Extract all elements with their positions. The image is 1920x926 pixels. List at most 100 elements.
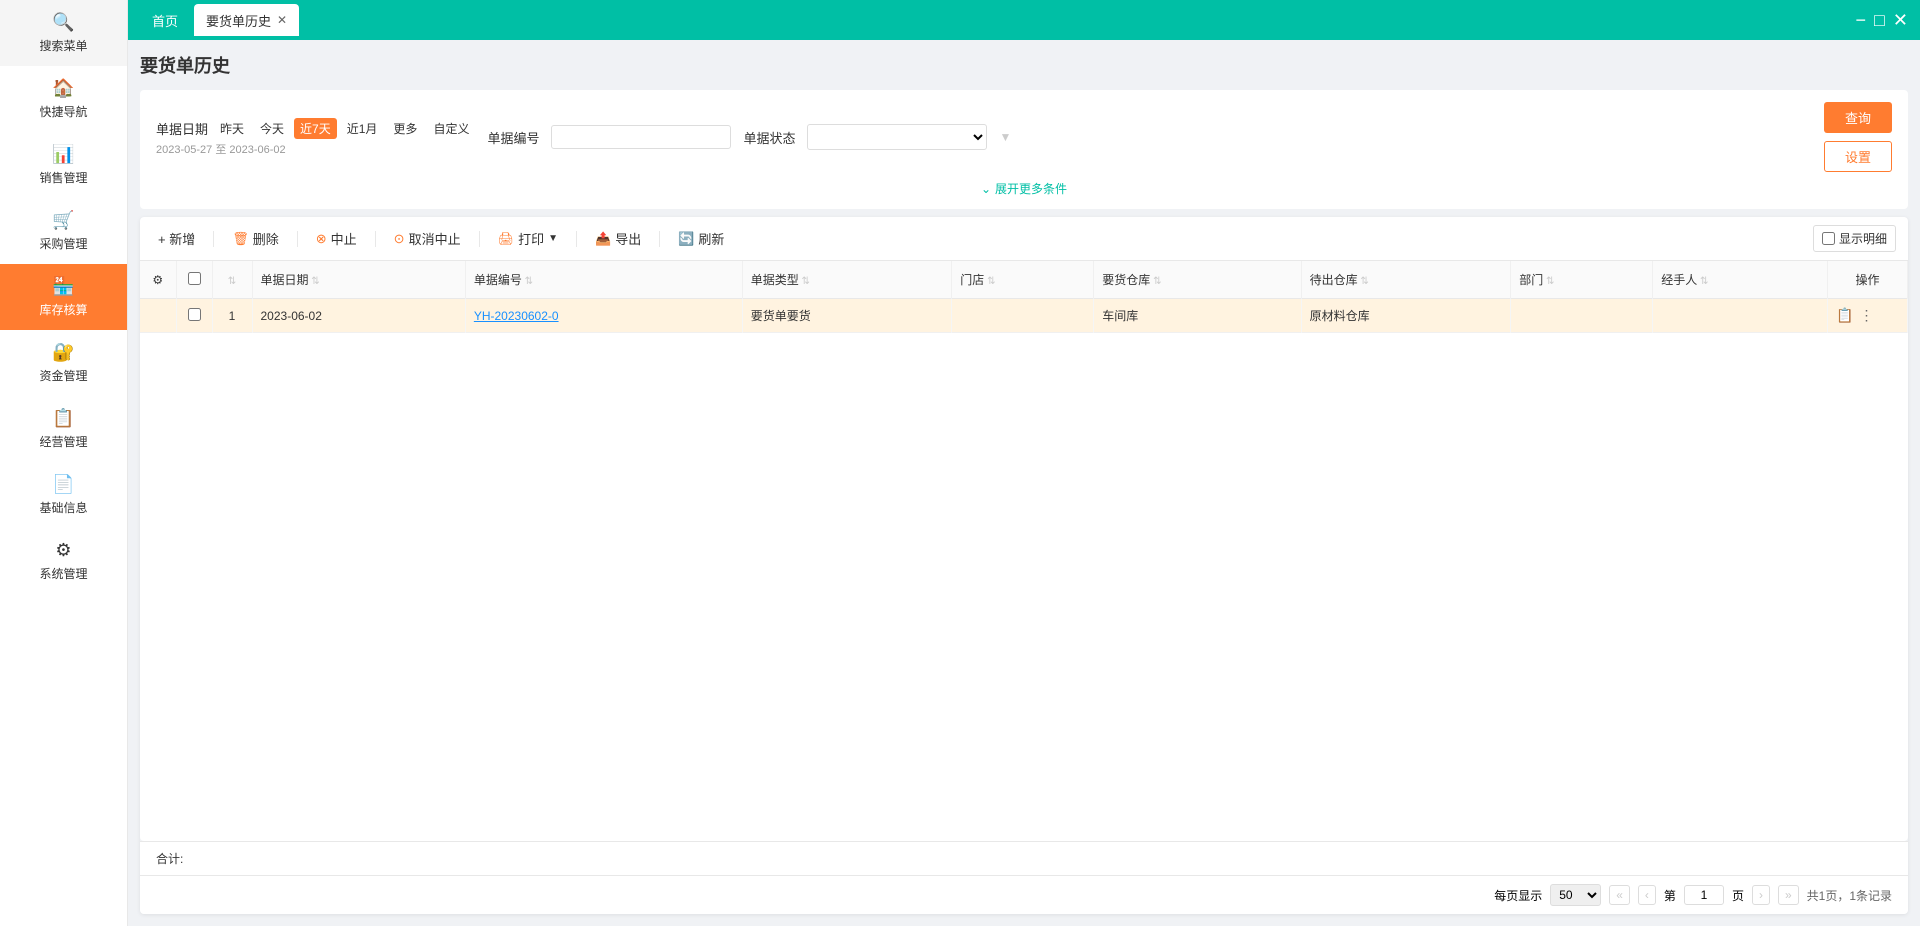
sidebar-item-purchase[interactable]: 🛒 采购管理 xyxy=(0,198,127,264)
finance-icon: 🔐 xyxy=(52,342,74,363)
date-filter-label: 单据日期 xyxy=(156,119,208,138)
col-doc-type[interactable]: 单据类型 xyxy=(742,261,952,299)
col-operations: 操作 xyxy=(1828,261,1908,299)
doc-no-input[interactable] xyxy=(551,125,731,149)
query-buttons: 查询 设置 xyxy=(1824,102,1892,172)
sales-icon: 📊 xyxy=(52,144,74,165)
expand-icon: ⌄ xyxy=(981,182,991,196)
operation-icon: 📋 xyxy=(52,408,74,429)
next-page-button[interactable]: › xyxy=(1752,885,1770,905)
sidebar-item-inventory[interactable]: 🏪 库存核算 xyxy=(0,264,127,330)
col-req-warehouse[interactable]: 要货仓库 xyxy=(1094,261,1301,299)
first-page-button[interactable]: « xyxy=(1609,885,1630,905)
row-settings xyxy=(140,299,176,333)
sidebar-item-system[interactable]: ⚙ 系统管理 xyxy=(0,528,127,594)
prev-page-button[interactable]: ‹ xyxy=(1638,885,1656,905)
export-button[interactable]: 📤 导出 xyxy=(589,225,647,252)
delete-button[interactable]: 🗑 删除 xyxy=(226,225,285,252)
date-btn-7days[interactable]: 近7天 xyxy=(294,118,337,139)
tab-requisition-history[interactable]: 要货单历史 ✕ xyxy=(194,4,299,36)
op-buttons: 📋 ⋮ xyxy=(1836,307,1899,324)
pagination: 每页显示 50 100 « ‹ 第 页 › » 共1页，1条记录 xyxy=(140,875,1908,914)
divider-6 xyxy=(659,231,660,247)
doc-no-link[interactable]: YH-20230602-0 xyxy=(474,309,559,323)
last-page-button[interactable]: » xyxy=(1778,885,1799,905)
divider-3 xyxy=(375,231,376,247)
date-btn-more[interactable]: 更多 xyxy=(387,118,423,139)
date-range-text: 2023-05-27 至 2023-06-02 xyxy=(156,141,475,157)
sidebar-item-quick-nav[interactable]: 🏠 快捷导航 xyxy=(0,66,127,132)
tab-home[interactable]: 首页 xyxy=(140,4,190,36)
expand-more-button[interactable]: ⌄ 展开更多条件 xyxy=(981,180,1067,197)
minimize-button[interactable]: − xyxy=(1856,10,1867,31)
row-req-warehouse: 车间库 xyxy=(1094,299,1301,333)
table-container: ⚙ 单据日期 单据编号 单据类型 门店 要货仓库 待出仓库 部门 xyxy=(140,261,1908,841)
select-all-checkbox[interactable] xyxy=(188,272,201,285)
expand-more-row: ⌄ 展开更多条件 xyxy=(156,180,1892,197)
sidebar-item-search[interactable]: 🔍 搜索菜单 xyxy=(0,0,127,66)
row-department xyxy=(1511,299,1653,333)
system-icon: ⚙ xyxy=(55,540,71,561)
row-doc-type: 要货单要货 xyxy=(742,299,952,333)
col-date[interactable]: 单据日期 xyxy=(252,261,465,299)
refresh-button[interactable]: 🔄 刷新 xyxy=(672,225,730,252)
close-tab-icon[interactable]: ✕ xyxy=(277,13,287,27)
filter-row: 单据日期 昨天 今天 近7天 近1月 更多 自定义 2023-05-27 至 2… xyxy=(156,102,1892,172)
stop-icon: ⊗ xyxy=(316,231,327,247)
purchase-icon: 🛒 xyxy=(52,210,74,231)
topbar: 首页 要货单历史 ✕ − □ ✕ xyxy=(128,0,1920,40)
new-button[interactable]: + 新增 xyxy=(152,225,201,252)
settings-button[interactable]: 设置 xyxy=(1824,141,1892,172)
total-info: 共1页，1条记录 xyxy=(1807,887,1892,904)
toolbar-right: 显示明细 xyxy=(1813,225,1896,252)
close-window-button[interactable]: ✕ xyxy=(1893,10,1908,31)
sidebar-item-sales[interactable]: 📊 销售管理 xyxy=(0,132,127,198)
row-edit-button[interactable]: 📋 xyxy=(1836,307,1853,324)
page-size-select[interactable]: 50 100 xyxy=(1550,884,1601,906)
print-button[interactable]: 🖨 打印 ▼ xyxy=(492,225,564,252)
main-area: 首页 要货单历史 ✕ − □ ✕ 要货单历史 单据日期 昨天 xyxy=(128,0,1920,926)
status-select[interactable] xyxy=(807,124,987,150)
show-detail-checkbox[interactable] xyxy=(1822,232,1835,245)
date-btn-today[interactable]: 今天 xyxy=(254,118,290,139)
content-area: 要货单历史 单据日期 昨天 今天 近7天 近1月 更多 自定义 xyxy=(128,40,1920,926)
sidebar-item-basic[interactable]: 📄 基础信息 xyxy=(0,462,127,528)
page-number-input[interactable] xyxy=(1684,885,1724,905)
col-num xyxy=(212,261,252,299)
show-detail-toggle[interactable]: 显示明细 xyxy=(1813,225,1896,252)
sidebar-item-finance[interactable]: 🔐 资金管理 xyxy=(0,330,127,396)
data-table: ⚙ 单据日期 单据编号 单据类型 门店 要货仓库 待出仓库 部门 xyxy=(140,261,1908,333)
sidebar-item-operation[interactable]: 📋 经营管理 xyxy=(0,396,127,462)
row-checkbox-cell xyxy=(176,299,212,333)
table-row: 1 2023-06-02 YH-20230602-0 要货单要货 车间库 原材料… xyxy=(140,299,1908,333)
page-label: 第 xyxy=(1664,887,1676,904)
home-icon: 🏠 xyxy=(52,78,74,99)
col-pending-warehouse[interactable]: 待出仓库 xyxy=(1301,261,1511,299)
row-date: 2023-06-02 xyxy=(252,299,465,333)
status-label: 单据状态 xyxy=(743,128,795,147)
page-suffix: 页 xyxy=(1732,887,1744,904)
date-btn-yesterday[interactable]: 昨天 xyxy=(214,118,250,139)
table-body: 1 2023-06-02 YH-20230602-0 要货单要货 车间库 原材料… xyxy=(140,299,1908,333)
col-store[interactable]: 门店 xyxy=(952,261,1094,299)
col-department[interactable]: 部门 xyxy=(1511,261,1653,299)
row-more-button[interactable]: ⋮ xyxy=(1859,307,1873,324)
print-icon: 🖨 xyxy=(498,231,515,247)
maximize-button[interactable]: □ xyxy=(1874,10,1885,31)
col-handler[interactable]: 经手人 xyxy=(1653,261,1828,299)
divider-1 xyxy=(213,231,214,247)
stop-button[interactable]: ⊗ 中止 xyxy=(310,225,363,252)
toolbar: + 新增 🗑 删除 ⊗ 中止 ⊙ 取消中止 xyxy=(140,217,1908,261)
query-button[interactable]: 查询 xyxy=(1824,102,1892,133)
col-doc-no[interactable]: 单据编号 xyxy=(465,261,742,299)
table-header-row: ⚙ 单据日期 单据编号 单据类型 门店 要货仓库 待出仓库 部门 xyxy=(140,261,1908,299)
cancel-stop-button[interactable]: ⊙ 取消中止 xyxy=(388,225,467,252)
export-icon: 📤 xyxy=(595,231,611,247)
row-checkbox[interactable] xyxy=(188,308,201,321)
date-btn-1month[interactable]: 近1月 xyxy=(341,118,384,139)
refresh-icon: 🔄 xyxy=(678,231,694,247)
table-wrapper: + 新增 🗑 删除 ⊗ 中止 ⊙ 取消中止 xyxy=(140,217,1908,914)
date-btn-custom[interactable]: 自定义 xyxy=(427,118,475,139)
col-settings: ⚙ xyxy=(140,261,176,299)
page-size-label: 每页显示 xyxy=(1494,887,1542,904)
